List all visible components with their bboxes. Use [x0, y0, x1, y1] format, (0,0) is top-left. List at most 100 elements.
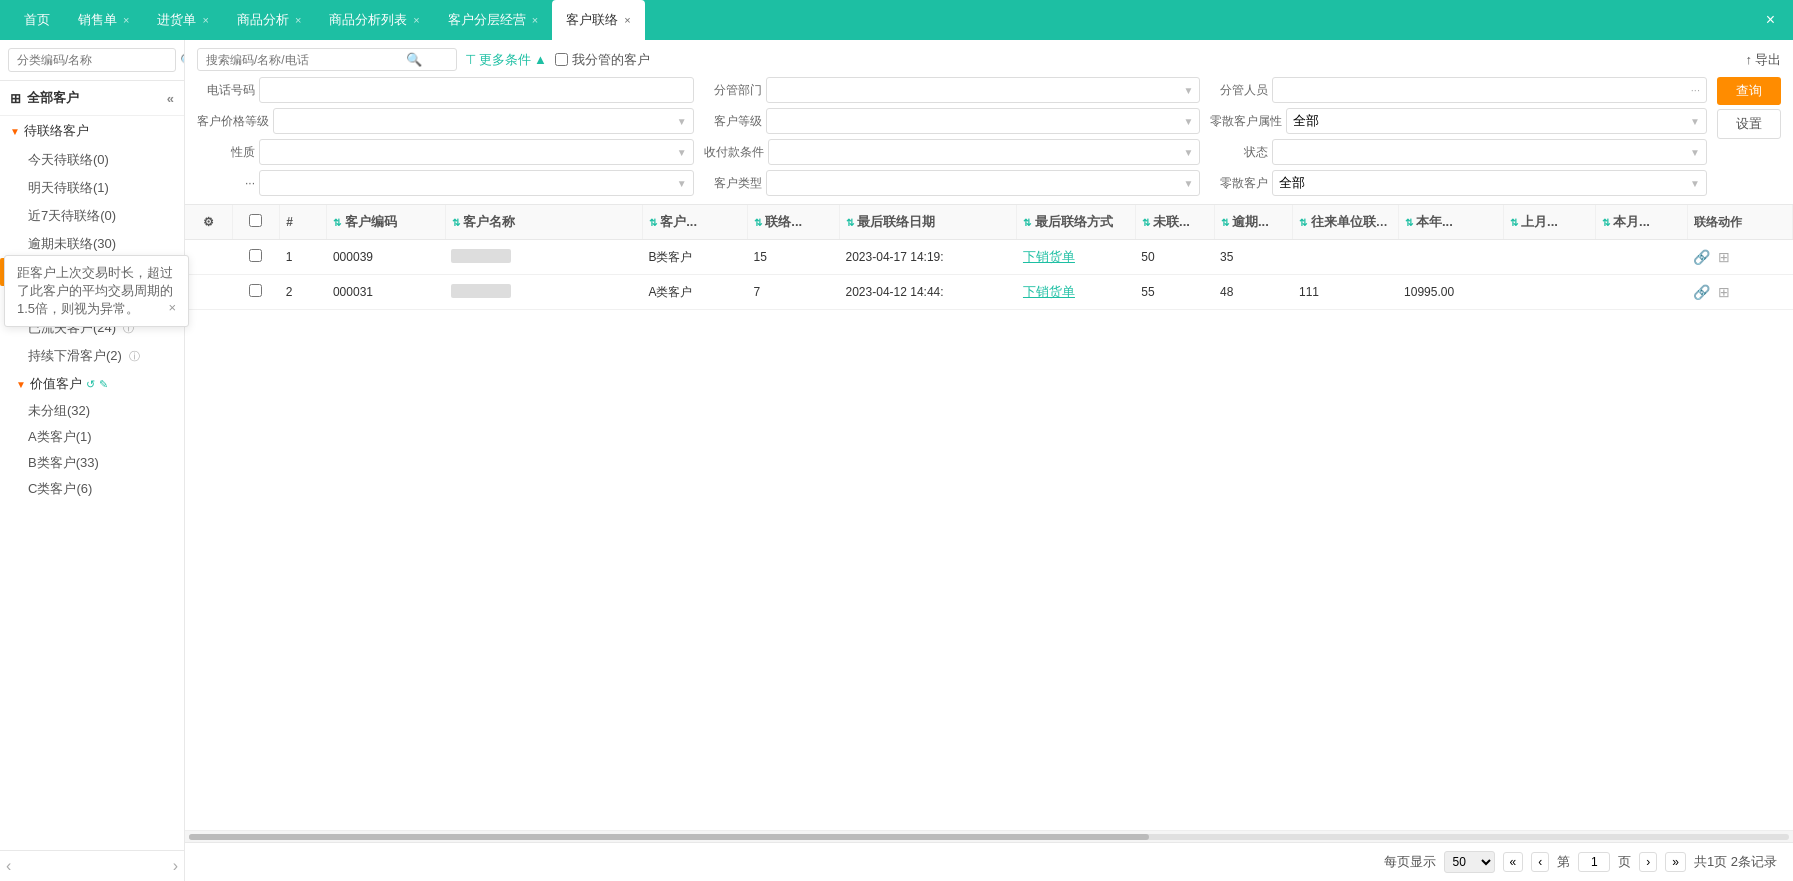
close-customer-contact-tab[interactable]: ×: [624, 14, 630, 26]
sidebar-item-ungroup[interactable]: 未分组(32): [0, 398, 184, 424]
main-search-icon[interactable]: 🔍: [406, 52, 422, 67]
row-select-0[interactable]: [249, 249, 262, 262]
edit-icon[interactable]: ✎: [99, 378, 108, 391]
row-select-1[interactable]: [249, 284, 262, 297]
col-header-checkbox[interactable]: [232, 205, 279, 240]
info-icon-declining: ⓘ: [129, 350, 140, 362]
select-all-checkbox[interactable]: [249, 214, 262, 227]
close-sales-tab[interactable]: ×: [123, 14, 129, 26]
extra-arrow: ▼: [677, 178, 687, 189]
price-grade-label: 客户价格等级: [197, 113, 269, 130]
sidebar-all-customers-header[interactable]: ⊞ 全部客户 «: [0, 81, 184, 116]
pending-group-header[interactable]: ▼ 待联络客户: [0, 116, 184, 146]
my-customer-checkbox-wrap[interactable]: 我分管的客户: [555, 51, 650, 69]
scrollbar-thumb[interactable]: [189, 834, 1149, 840]
nav-analysis[interactable]: 商品分析 ×: [223, 0, 315, 40]
main-search-input[interactable]: [206, 53, 406, 67]
close-analysis-tab[interactable]: ×: [295, 14, 301, 26]
col-header-unread[interactable]: ⇅ 未联...: [1135, 205, 1214, 240]
sidebar-scroll-left[interactable]: ‹: [6, 857, 11, 875]
window-close-button[interactable]: ×: [1758, 11, 1783, 29]
settings-button[interactable]: 设置: [1717, 109, 1781, 139]
my-customer-checkbox[interactable]: [555, 53, 568, 66]
col-header-year[interactable]: ⇅ 本年...: [1398, 205, 1503, 240]
status-select[interactable]: ▼: [1272, 139, 1707, 165]
first-page-btn[interactable]: «: [1503, 852, 1524, 872]
close-purchase-tab[interactable]: ×: [202, 14, 208, 26]
sidebar-item-class-b[interactable]: B类客户(33): [0, 450, 184, 476]
gender-select[interactable]: ▼: [259, 139, 694, 165]
nav-home[interactable]: 首页: [10, 0, 64, 40]
action-grid-icon-0[interactable]: ⊞: [1718, 249, 1730, 265]
customer-grade-select[interactable]: ▼: [766, 108, 1201, 134]
scrollbar-track[interactable]: [189, 834, 1789, 840]
sidebar-collapse-btn[interactable]: «: [167, 91, 174, 106]
tooltip-close-icon[interactable]: ×: [168, 300, 176, 315]
col-header-overdue[interactable]: ⇅ 逾期...: [1214, 205, 1293, 240]
col-header-num: #: [280, 205, 327, 240]
prev-page-btn[interactable]: ‹: [1531, 852, 1549, 872]
dept-select[interactable]: ▼: [766, 77, 1201, 103]
sidebar-bottom: ‹ ›: [0, 850, 184, 881]
col-header-code[interactable]: ⇅ 客户编码: [327, 205, 445, 240]
col-header-lastmonth[interactable]: ⇅ 上月...: [1503, 205, 1595, 240]
nav-sales[interactable]: 销售单 ×: [64, 0, 143, 40]
phone-input[interactable]: [259, 77, 694, 103]
action-link-icon-1[interactable]: 🔗: [1693, 284, 1710, 300]
sidebar-search-input[interactable]: [8, 48, 176, 72]
row-checkbox-0[interactable]: [232, 240, 279, 275]
row-method-1[interactable]: 下销货单: [1017, 275, 1135, 310]
row-method-0[interactable]: 下销货单: [1017, 240, 1135, 275]
query-button[interactable]: 查询: [1717, 77, 1781, 105]
close-analysis-list-tab[interactable]: ×: [413, 14, 419, 26]
col-header-type[interactable]: ⇅ 客户...: [642, 205, 747, 240]
action-link-icon-0[interactable]: 🔗: [1693, 249, 1710, 265]
nav-customer-contact[interactable]: 客户联络 ×: [552, 0, 644, 40]
filter-phone: 电话号码: [197, 77, 694, 103]
sidebar-item-7days[interactable]: 近7天待联络(0): [0, 202, 184, 230]
close-customer-tier-tab[interactable]: ×: [532, 14, 538, 26]
person-select[interactable]: ···: [1272, 77, 1707, 103]
action-grid-icon-1[interactable]: ⊞: [1718, 284, 1730, 300]
customer-type-select[interactable]: ▼: [766, 170, 1201, 196]
retail-attr-select[interactable]: 全部 ▼: [1286, 108, 1707, 134]
col-header-contact-person[interactable]: ⇅ 往来单位联系人: [1293, 205, 1398, 240]
more-conditions-btn[interactable]: ⊤ 更多条件 ▲: [465, 51, 547, 69]
nav-purchase[interactable]: 进货单 ×: [143, 0, 222, 40]
phone-label: 电话号码: [197, 82, 255, 99]
row-overdue-1: 48: [1214, 275, 1293, 310]
price-grade-select[interactable]: ▼: [273, 108, 694, 134]
col-header-thismonth[interactable]: ⇅ 本月...: [1595, 205, 1687, 240]
sidebar-item-today[interactable]: 今天待联络(0): [0, 146, 184, 174]
col-header-last-method[interactable]: ⇅ 最后联络方式: [1017, 205, 1135, 240]
pending-arrow-icon: ▼: [10, 126, 20, 137]
sidebar-item-declining[interactable]: 持续下滑客户(2) ⓘ: [0, 342, 184, 370]
sort-icon-name: ⇅: [452, 217, 460, 228]
extra-select[interactable]: ▼: [259, 170, 694, 196]
sidebar-item-overdue[interactable]: 逾期未联络(30): [0, 230, 184, 258]
sidebar-scroll-right[interactable]: ›: [173, 857, 178, 875]
page-number-input[interactable]: [1578, 852, 1610, 872]
payment-select[interactable]: ▼: [768, 139, 1201, 165]
export-btn[interactable]: ↑ 导出: [1746, 51, 1782, 69]
next-page-btn[interactable]: ›: [1639, 852, 1657, 872]
more-conditions-arrow-icon: ▲: [534, 52, 547, 67]
nav-customer-tier[interactable]: 客户分层经营 ×: [434, 0, 552, 40]
sidebar-item-tomorrow[interactable]: 明天待联络(1): [0, 174, 184, 202]
col-header-settings[interactable]: ⚙: [185, 205, 232, 240]
col-header-contact[interactable]: ⇅ 联络...: [748, 205, 840, 240]
value-group-header[interactable]: ▼ 价值客户 ↺ ✎: [0, 370, 184, 398]
retail-customer-arrow: ▼: [1690, 178, 1700, 189]
sort-icon-method: ⇅: [1023, 217, 1031, 228]
sidebar-item-class-a[interactable]: A类客户(1): [0, 424, 184, 450]
horizontal-scrollbar[interactable]: [185, 830, 1793, 842]
last-page-btn[interactable]: »: [1665, 852, 1686, 872]
col-header-last-date[interactable]: ⇅ 最后联络日期: [840, 205, 1017, 240]
sidebar-item-class-c[interactable]: C类客户(6): [0, 476, 184, 502]
col-header-name[interactable]: ⇅ 客户名称: [445, 205, 642, 240]
nav-analysis-list[interactable]: 商品分析列表 ×: [315, 0, 433, 40]
row-checkbox-1[interactable]: [232, 275, 279, 310]
filter-retail-customer: 零散客户 全部 ▼: [1210, 170, 1707, 196]
retail-customer-select[interactable]: 全部 ▼: [1272, 170, 1707, 196]
page-size-select[interactable]: 50 100: [1444, 851, 1495, 873]
